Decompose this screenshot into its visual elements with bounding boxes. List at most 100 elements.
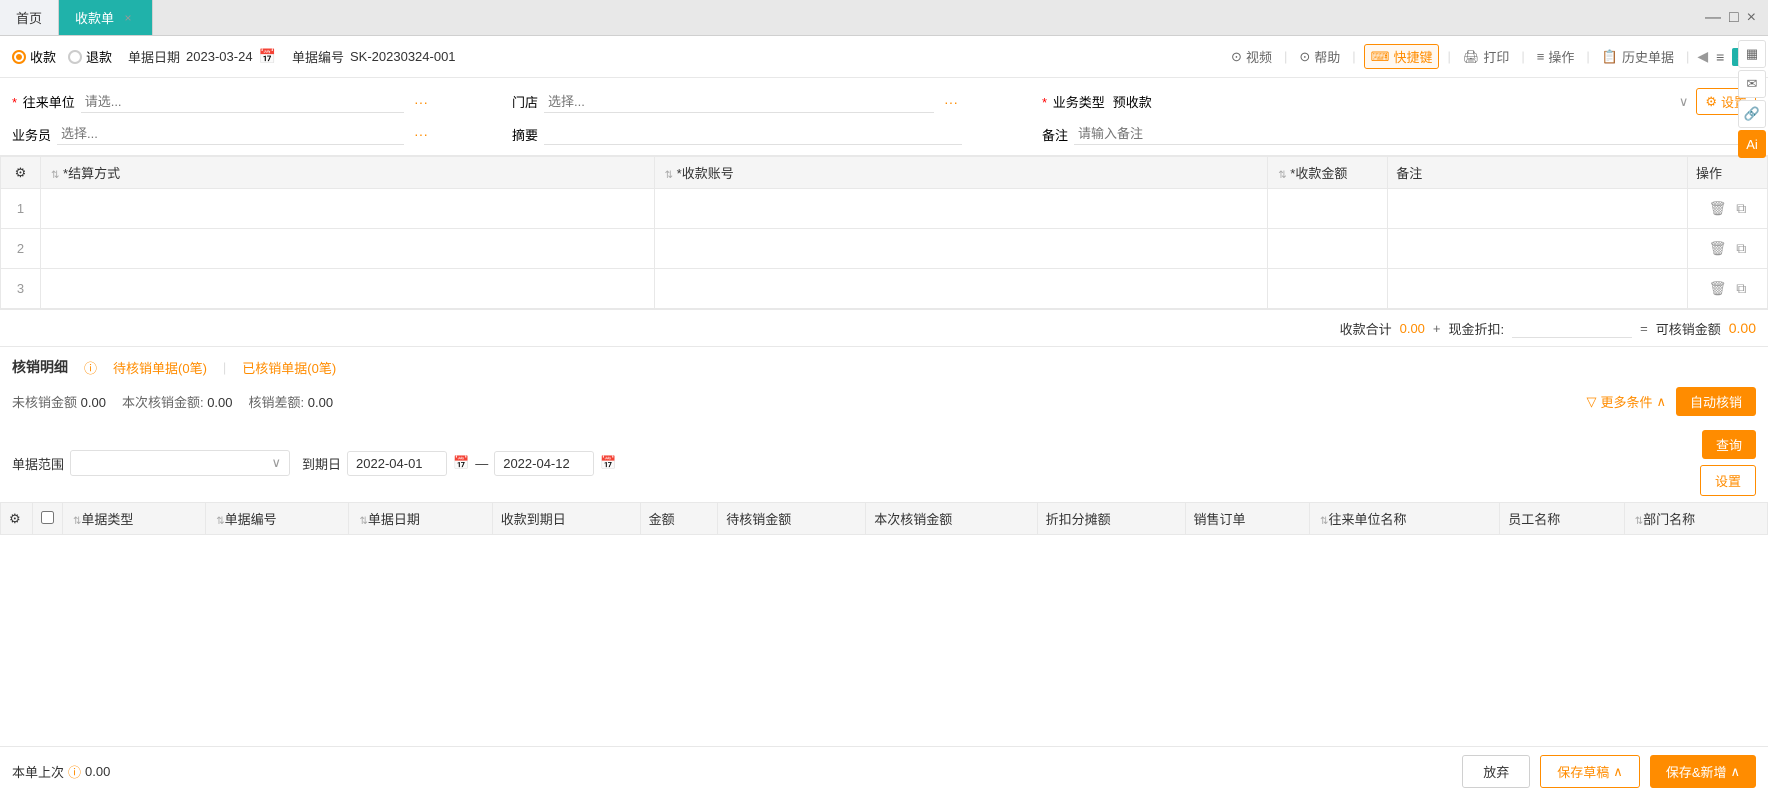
pending-tab[interactable]: 待核销单据(0笔)	[113, 358, 207, 377]
sidebar-table-btn[interactable]: ▦	[1738, 40, 1766, 68]
reconcile-info-icon[interactable]: ⓘ	[84, 358, 97, 377]
table-row: 2 🗑 ⧉	[1, 229, 1768, 269]
cell-amount-2[interactable]	[1268, 229, 1388, 269]
cell-actions-3: 🗑 ⧉	[1688, 269, 1768, 309]
bill-no-label: 单据编号	[292, 47, 344, 66]
cell-account-2[interactable]	[654, 229, 1268, 269]
video-btn[interactable]: ⊙ 视频	[1227, 45, 1276, 68]
remarks-input[interactable]	[1074, 123, 1756, 145]
cell-amount-3[interactable]	[1268, 269, 1388, 309]
print-btn[interactable]: 🖨 打印	[1459, 45, 1514, 68]
more-conditions-btn[interactable]: ▽ 更多条件 ∧	[1586, 392, 1666, 411]
summary-input[interactable]	[544, 123, 962, 145]
tab-close-icon[interactable]: ×	[120, 10, 136, 26]
bill-range-label: 单据范围	[12, 454, 64, 473]
cell-remarks-1[interactable]	[1388, 189, 1688, 229]
current-stat: 本次核销金额: 0.00	[122, 392, 233, 411]
due-date-field: 到期日 📅 — 📅	[302, 451, 616, 476]
tab-home[interactable]: 首页	[0, 0, 59, 35]
col-bill-no: ⇅单据编号	[206, 503, 349, 535]
reconcile-settings-btn[interactable]: 设置	[1700, 465, 1756, 496]
staff-input[interactable]	[57, 123, 404, 145]
counterpart-input[interactable]	[81, 91, 404, 113]
summary-label: 摘要	[512, 125, 538, 144]
store-more-btn[interactable]: ···	[940, 94, 962, 110]
business-type-label: * 业务类型	[1042, 92, 1105, 111]
settings-gear-icon: ⚙	[1705, 94, 1717, 110]
main-table-wrapper: ⚙ ⇅ *结算方式 ⇅ *收款账号 ⇅ *收款金额 备注	[0, 156, 1768, 310]
col-dept-name: ⇅部门名称	[1624, 503, 1767, 535]
col-gear[interactable]: ⚙	[1, 157, 41, 189]
tab-receipt[interactable]: 收款单 ×	[59, 0, 153, 35]
help-btn[interactable]: ⊙ 帮助	[1295, 45, 1344, 68]
start-calendar-icon[interactable]: 📅	[453, 455, 469, 471]
due-date-end-input[interactable]	[494, 451, 594, 476]
right-sidebar: ▦ ✉ 🔗 Ai	[1736, 36, 1768, 162]
due-date-start-input[interactable]	[347, 451, 447, 476]
form-area: * 往来单位 ··· 门店 ··· * 业务类型 预收款 ∨	[0, 78, 1768, 156]
date-separator: —	[475, 456, 488, 471]
cell-account-3[interactable]	[654, 269, 1268, 309]
auto-reconcile-btn[interactable]: 自动核销	[1676, 387, 1756, 416]
counterpart-more-btn[interactable]: ···	[410, 94, 432, 110]
history-btn[interactable]: 📋 历史单据	[1598, 45, 1678, 68]
maximize-icon[interactable]: □	[1729, 9, 1739, 27]
bill-date-value[interactable]: 2023-03-24	[186, 49, 253, 64]
select-all-checkbox[interactable]	[41, 511, 54, 524]
filter-row: 单据范围 ∨ 到期日 📅 — 📅 查询 设置	[0, 424, 1768, 502]
cell-actions-2: 🗑 ⧉	[1688, 229, 1768, 269]
delete-icon-1[interactable]: 🗑	[1709, 200, 1727, 216]
bill-date-calendar-icon[interactable]: 📅	[259, 48, 276, 65]
radio-refund[interactable]: 退款	[68, 47, 112, 66]
row-num-3: 3	[1, 269, 41, 309]
completed-tab[interactable]: 已核销单据(0笔)	[242, 358, 336, 377]
form-row-1: * 往来单位 ··· 门店 ··· * 业务类型 预收款 ∨	[12, 88, 1756, 115]
business-type-arrow[interactable]: ∨	[1679, 94, 1689, 110]
copy-icon-2[interactable]: ⧉	[1736, 240, 1746, 256]
col-gear-bottom[interactable]: ⚙	[1, 503, 33, 535]
col-counterpart-name: ⇅往来单位名称	[1310, 503, 1500, 535]
close-icon[interactable]: ×	[1747, 9, 1756, 27]
sort-arrows: ⇅	[51, 170, 59, 181]
discard-btn[interactable]: 放弃	[1462, 755, 1530, 788]
cell-settlement-3[interactable]	[41, 269, 655, 309]
operations-btn[interactable]: ≡ 操作	[1533, 45, 1579, 68]
filter-icon: ▽	[1586, 394, 1596, 410]
footer-info: 本单上次 ⓘ 0.00	[12, 762, 110, 781]
cell-account-1[interactable]	[654, 189, 1268, 229]
cell-settlement-2[interactable]	[41, 229, 655, 269]
cell-amount-1[interactable]	[1268, 189, 1388, 229]
minimize-icon[interactable]: —	[1705, 9, 1721, 27]
row-num-2: 2	[1, 229, 41, 269]
bill-no-value[interactable]: SK-20230324-001	[350, 49, 456, 64]
table-row: 1 🗑 ⧉	[1, 189, 1768, 229]
sidebar-link-btn[interactable]: 🔗	[1738, 100, 1766, 128]
layout-prev-btn[interactable]: ◀	[1697, 48, 1708, 65]
copy-icon-3[interactable]: ⧉	[1736, 280, 1746, 296]
sidebar-ai-btn[interactable]: Ai	[1738, 130, 1766, 158]
delete-icon-3[interactable]: 🗑	[1709, 280, 1727, 296]
cell-settlement-1[interactable]	[41, 189, 655, 229]
business-type-field: * 业务类型 预收款 ∨ ⚙ 设置	[1042, 88, 1756, 115]
discount-input[interactable]	[1512, 318, 1632, 338]
cell-remarks-2[interactable]	[1388, 229, 1688, 269]
end-calendar-icon[interactable]: 📅	[600, 455, 616, 471]
delete-icon-2[interactable]: 🗑	[1709, 240, 1727, 256]
save-draft-btn[interactable]: 保存草稿 ∧	[1540, 755, 1640, 788]
store-input[interactable]	[544, 91, 934, 113]
sidebar-mail-icon: ✉	[1747, 76, 1758, 92]
radio-receipt[interactable]: 收款	[12, 47, 56, 66]
save-new-btn[interactable]: 保存&新增 ∧	[1650, 755, 1756, 788]
cell-remarks-3[interactable]	[1388, 269, 1688, 309]
bill-range-select[interactable]: ∨	[70, 450, 290, 476]
query-btn[interactable]: 查询	[1702, 430, 1756, 459]
layout-list-btn[interactable]: ≡	[1716, 49, 1724, 65]
shortcut-icon: ⌨	[1371, 49, 1390, 65]
staff-label: 业务员	[12, 125, 51, 144]
sidebar-mail-btn[interactable]: ✉	[1738, 70, 1766, 98]
staff-more-btn[interactable]: ···	[410, 126, 432, 142]
shortcut-btn[interactable]: ⌨ 快捷键	[1364, 44, 1440, 69]
copy-icon-1[interactable]: ⧉	[1736, 200, 1746, 216]
footer-info-icon[interactable]: ⓘ	[68, 762, 81, 781]
tab-receipt-label: 收款单	[75, 8, 114, 27]
